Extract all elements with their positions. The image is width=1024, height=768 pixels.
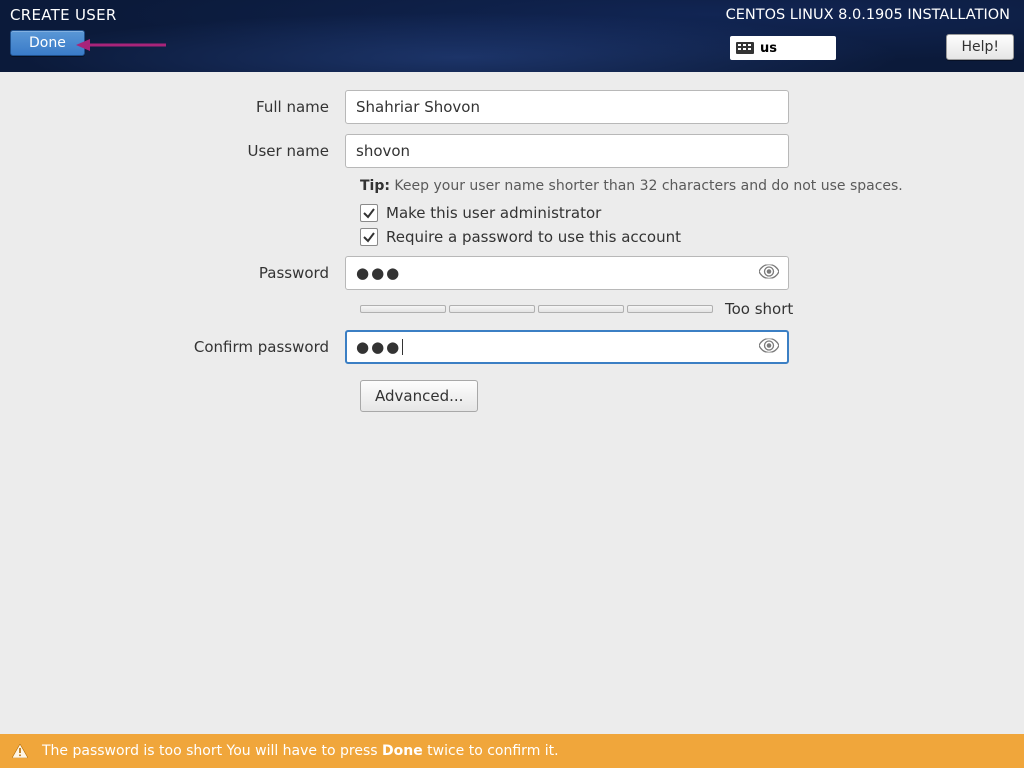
warning-triangle-icon — [12, 744, 28, 758]
create-user-form: Full name User name Tip: Keep your user … — [0, 72, 1024, 412]
checkmark-icon — [362, 230, 376, 244]
strength-segment — [449, 305, 535, 313]
keyboard-layout-label: us — [760, 41, 777, 56]
require-password-checkbox[interactable] — [360, 228, 378, 246]
installer-subtitle: CENTOS LINUX 8.0.1905 INSTALLATION — [726, 7, 1010, 23]
admin-checkbox[interactable] — [360, 204, 378, 222]
username-tip: Tip: Keep your user name shorter than 32… — [360, 178, 1024, 194]
fullname-label: Full name — [0, 98, 345, 116]
eye-icon — [759, 339, 779, 353]
installer-header: CREATE USER CENTOS LINUX 8.0.1905 INSTAL… — [0, 0, 1024, 72]
strength-segment — [360, 305, 446, 313]
text-cursor — [402, 339, 403, 355]
warning-message: The password is too short You will have … — [42, 743, 559, 759]
username-input[interactable] — [345, 134, 789, 168]
annotation-arrow-icon — [76, 38, 166, 52]
admin-checkbox-label: Make this user administrator — [386, 204, 601, 222]
warning-bar: The password is too short You will have … — [0, 734, 1024, 768]
checkmark-icon — [362, 206, 376, 220]
advanced-button[interactable]: Advanced... — [360, 380, 478, 412]
require-password-checkbox-label: Require a password to use this account — [386, 228, 681, 246]
warning-text-bold: Done — [382, 743, 423, 759]
password-input[interactable]: ●●● — [345, 256, 789, 290]
eye-icon — [759, 265, 779, 279]
confirm-password-visibility-toggle[interactable] — [759, 338, 779, 357]
keyboard-icon — [736, 42, 754, 54]
confirm-password-label: Confirm password — [0, 338, 345, 356]
keyboard-layout-indicator[interactable]: us — [730, 36, 836, 60]
confirm-password-input[interactable]: ●●● — [345, 330, 789, 364]
tip-prefix: Tip: — [360, 178, 390, 194]
password-visibility-toggle[interactable] — [759, 264, 779, 283]
tip-text: Keep your user name shorter than 32 char… — [390, 178, 903, 194]
warning-text-before: The password is too short You will have … — [42, 743, 382, 759]
done-button[interactable]: Done — [10, 30, 85, 56]
confirm-password-value-mask: ●●● — [356, 338, 401, 356]
password-strength-label: Too short — [725, 300, 793, 318]
warning-text-after: twice to confirm it. — [423, 743, 559, 759]
help-button[interactable]: Help! — [946, 34, 1014, 60]
strength-segment — [627, 305, 713, 313]
password-label: Password — [0, 264, 345, 282]
password-value-mask: ●●● — [356, 264, 401, 282]
username-label: User name — [0, 142, 345, 160]
password-strength-meter: Too short — [360, 300, 1024, 318]
fullname-input[interactable] — [345, 90, 789, 124]
strength-segment — [538, 305, 624, 313]
